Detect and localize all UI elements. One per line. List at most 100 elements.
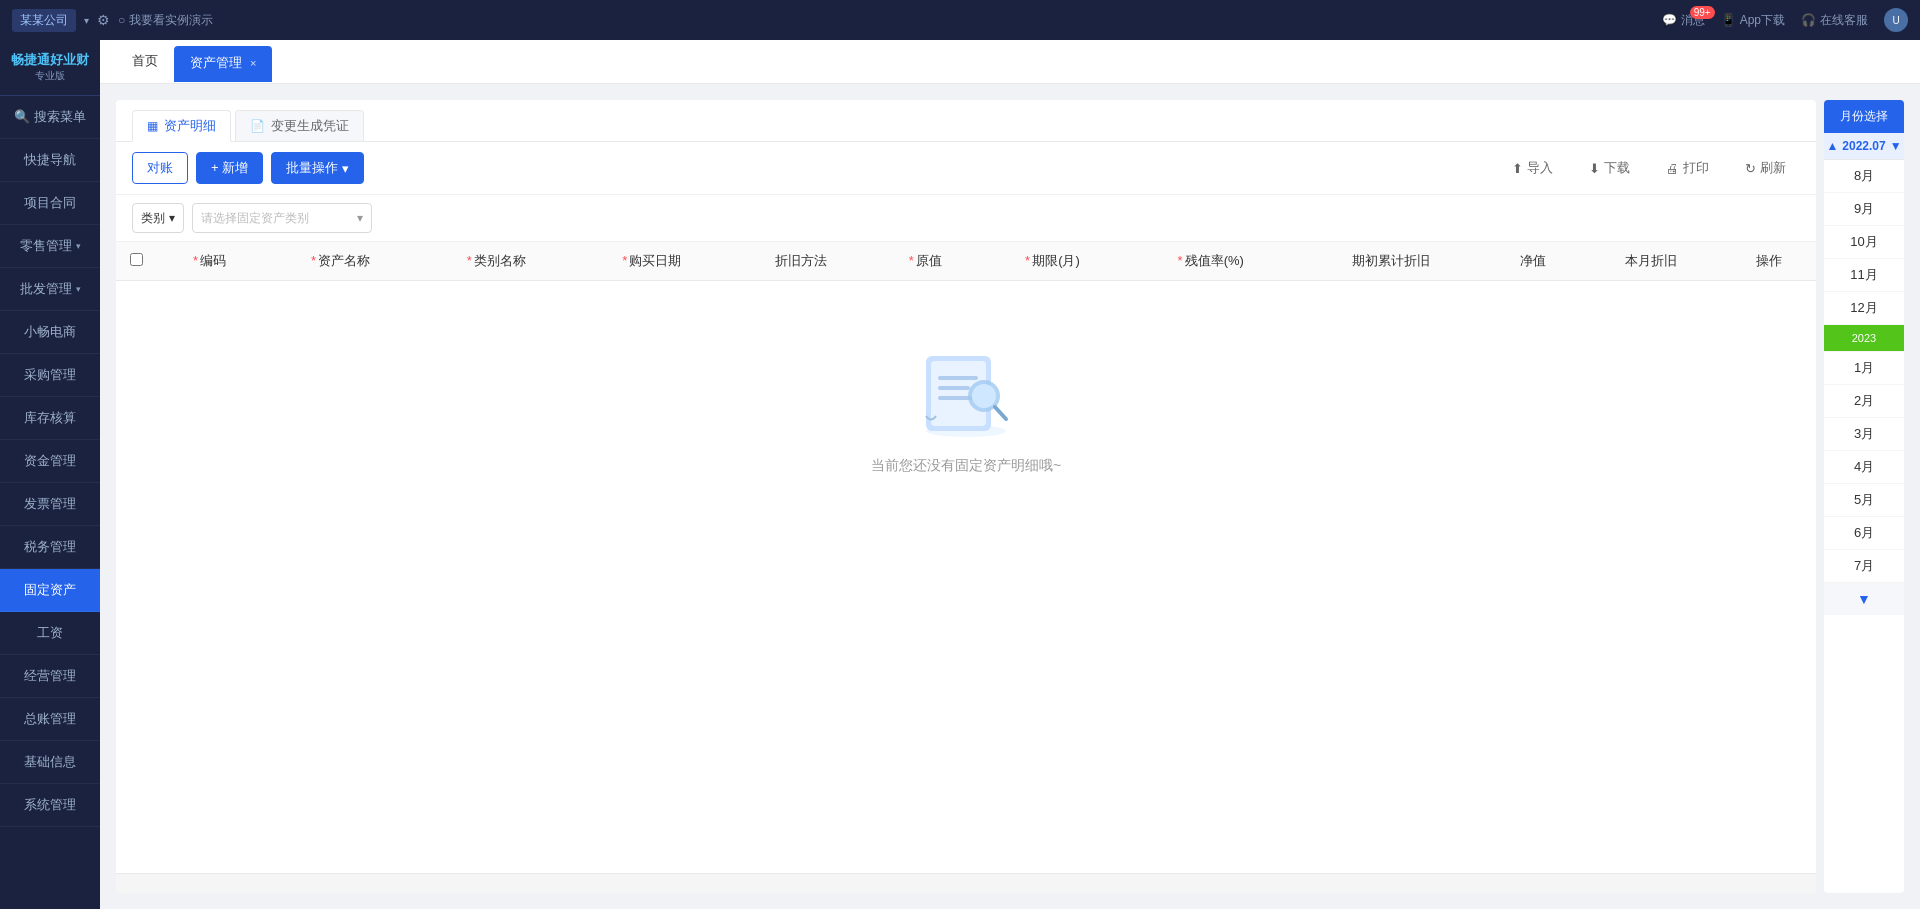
month-item-5[interactable]: 5月 bbox=[1824, 484, 1904, 517]
top-bar: 某某公司 ▾ ⚙ ○ 我要看实例演示 💬 消息 99+ 📱 App下载 🎧 在线… bbox=[0, 0, 1920, 40]
month-nav-down-btn[interactable]: ▼ bbox=[1854, 589, 1874, 609]
online-service-button[interactable]: 🎧 在线客服 bbox=[1801, 12, 1868, 29]
sub-tab-change-voucher[interactable]: 📄 变更生成凭证 bbox=[235, 110, 364, 141]
add-label: + 新增 bbox=[211, 159, 248, 177]
settings-icon[interactable]: ⚙ bbox=[97, 12, 110, 28]
filter-label-arrow: ▾ bbox=[169, 211, 175, 225]
sidebar-item-fixed-assets[interactable]: 固定资产 bbox=[0, 569, 100, 612]
month-item-1[interactable]: 1月 bbox=[1824, 352, 1904, 385]
sidebar-item-label: 批发管理 bbox=[20, 280, 72, 298]
sidebar-item-tax[interactable]: 税务管理 bbox=[0, 526, 100, 569]
sub-tab-asset-detail[interactable]: ▦ 资产明细 bbox=[132, 110, 231, 142]
sidebar-item-wholesale[interactable]: 批发管理 ▾ bbox=[0, 268, 100, 311]
sidebar-item-label: 经营管理 bbox=[24, 667, 76, 685]
sidebar-item-project[interactable]: 项目合同 bbox=[0, 182, 100, 225]
refresh-icon: ↻ bbox=[1745, 161, 1756, 176]
sidebar-item-operations[interactable]: 经营管理 bbox=[0, 655, 100, 698]
sidebar-item-search[interactable]: 🔍 搜索菜单 bbox=[0, 96, 100, 139]
refresh-label: 刷新 bbox=[1760, 159, 1786, 177]
tab-home-label: 首页 bbox=[132, 52, 158, 70]
search-icon: 🔍 bbox=[14, 109, 30, 124]
month-item-9[interactable]: 9月 bbox=[1824, 193, 1904, 226]
svg-point-7 bbox=[972, 384, 996, 408]
batch-dropdown-icon: ▾ bbox=[342, 161, 349, 176]
sub-tab-bar: ▦ 资产明细 📄 变更生成凭证 bbox=[116, 100, 1816, 142]
app-download-button[interactable]: 📱 App下载 bbox=[1721, 12, 1785, 29]
download-button[interactable]: ⬇ 下载 bbox=[1575, 152, 1644, 184]
top-bar-left: 某某公司 ▾ ⚙ ○ 我要看实例演示 bbox=[12, 9, 1652, 32]
month-down-icon[interactable]: ▼ bbox=[1890, 139, 1902, 153]
sidebar-item-inventory[interactable]: 库存核算 bbox=[0, 397, 100, 440]
month-item-11[interactable]: 11月 bbox=[1824, 259, 1904, 292]
month-item-3[interactable]: 3月 bbox=[1824, 418, 1904, 451]
category-dropdown[interactable]: 请选择固定资产类别 ▾ bbox=[192, 203, 372, 233]
sidebar-item-general-ledger[interactable]: 总账管理 bbox=[0, 698, 100, 741]
col-name: *资产名称 bbox=[263, 242, 419, 281]
month-panel-header: 月份选择 bbox=[1824, 100, 1904, 133]
print-label: 打印 bbox=[1683, 159, 1709, 177]
sidebar-item-label: 小畅电商 bbox=[24, 323, 76, 341]
select-all-checkbox[interactable] bbox=[130, 253, 143, 266]
refresh-button[interactable]: ↻ 刷新 bbox=[1731, 152, 1800, 184]
col-monthly-depreciation: 本月折旧 bbox=[1580, 242, 1722, 281]
sidebar-item-ecommerce[interactable]: 小畅电商 bbox=[0, 311, 100, 354]
month-item-7[interactable]: 7月 bbox=[1824, 550, 1904, 583]
month-item-8[interactable]: 8月 bbox=[1824, 160, 1904, 193]
tab-bar: 首页 资产管理 × bbox=[100, 40, 1920, 84]
category-filter-label[interactable]: 类别 ▾ bbox=[132, 203, 184, 233]
sidebar-item-label: 基础信息 bbox=[24, 753, 76, 771]
month-up-icon[interactable]: ▲ bbox=[1826, 139, 1838, 153]
filter-bar: 类别 ▾ 请选择固定资产类别 ▾ bbox=[116, 195, 1816, 242]
sidebar-item-label: 总账管理 bbox=[24, 710, 76, 728]
sidebar-item-label: 工资 bbox=[37, 624, 63, 642]
sidebar-item-quick-nav[interactable]: 快捷导航 bbox=[0, 139, 100, 182]
company-dropdown-icon[interactable]: ▾ bbox=[84, 15, 89, 26]
page-content: ▦ 资产明细 📄 变更生成凭证 对账 + 新增 bbox=[100, 84, 1920, 909]
tab-close-icon[interactable]: × bbox=[250, 57, 256, 69]
empty-illustration bbox=[906, 341, 1026, 441]
svg-rect-4 bbox=[938, 386, 970, 390]
sidebar-item-retail[interactable]: 零售管理 ▾ bbox=[0, 225, 100, 268]
sidebar-item-basic-info[interactable]: 基础信息 bbox=[0, 741, 100, 784]
sidebar-item-salary[interactable]: 工资 bbox=[0, 612, 100, 655]
add-button[interactable]: + 新增 bbox=[196, 152, 263, 184]
sidebar-item-purchase[interactable]: 采购管理 bbox=[0, 354, 100, 397]
col-operation: 操作 bbox=[1722, 242, 1816, 281]
sidebar-item-label: 搜索菜单 bbox=[34, 108, 86, 126]
sidebar-item-label: 发票管理 bbox=[24, 495, 76, 513]
month-item-12[interactable]: 12月 bbox=[1824, 292, 1904, 325]
month-item-2[interactable]: 2月 bbox=[1824, 385, 1904, 418]
month-panel: 月份选择 ▲ 2022.07 ▼ 8月 9月 10月 11月 12月 2023 … bbox=[1824, 100, 1904, 893]
import-button[interactable]: ⬆ 导入 bbox=[1498, 152, 1567, 184]
sidebar-item-system[interactable]: 系统管理 bbox=[0, 784, 100, 827]
sidebar-item-label: 采购管理 bbox=[24, 366, 76, 384]
col-category: *类别名称 bbox=[418, 242, 574, 281]
reconcile-button[interactable]: 对账 bbox=[132, 152, 188, 184]
month-item-4[interactable]: 4月 bbox=[1824, 451, 1904, 484]
toolbar: 对账 + 新增 批量操作 ▾ ⬆ 导入 bbox=[116, 142, 1816, 195]
svg-rect-3 bbox=[938, 376, 978, 380]
app-download-label: App下载 bbox=[1740, 12, 1785, 29]
sidebar-item-label: 项目合同 bbox=[24, 194, 76, 212]
sidebar-item-finance[interactable]: 资金管理 bbox=[0, 440, 100, 483]
sidebar-logo: 畅捷通好业财 专业版 bbox=[0, 40, 100, 96]
tab-home[interactable]: 首页 bbox=[116, 40, 174, 84]
tab-asset-management-label: 资产管理 bbox=[190, 54, 242, 72]
demo-link[interactable]: ○ 我要看实例演示 bbox=[118, 12, 213, 29]
print-button[interactable]: 🖨 打印 bbox=[1652, 152, 1723, 184]
message-icon: 💬 bbox=[1662, 13, 1677, 27]
col-residual-rate: *残值率(%) bbox=[1126, 242, 1295, 281]
month-item-10[interactable]: 10月 bbox=[1824, 226, 1904, 259]
batch-button[interactable]: 批量操作 ▾ bbox=[271, 152, 364, 184]
company-selector[interactable]: 某某公司 bbox=[20, 13, 68, 27]
current-year-month: 2022.07 bbox=[1842, 139, 1885, 153]
sidebar-item-label: 固定资产 bbox=[24, 581, 76, 599]
message-button[interactable]: 💬 消息 99+ bbox=[1662, 12, 1705, 29]
month-item-6[interactable]: 6月 bbox=[1824, 517, 1904, 550]
message-badge: 99+ bbox=[1690, 6, 1715, 19]
tab-asset-management[interactable]: 资产管理 × bbox=[174, 46, 272, 82]
user-menu[interactable]: U bbox=[1884, 8, 1908, 32]
sidebar-item-invoice[interactable]: 发票管理 bbox=[0, 483, 100, 526]
sidebar-item-label: 零售管理 bbox=[20, 237, 72, 255]
year-badge-2023[interactable]: 2023 bbox=[1824, 325, 1904, 352]
